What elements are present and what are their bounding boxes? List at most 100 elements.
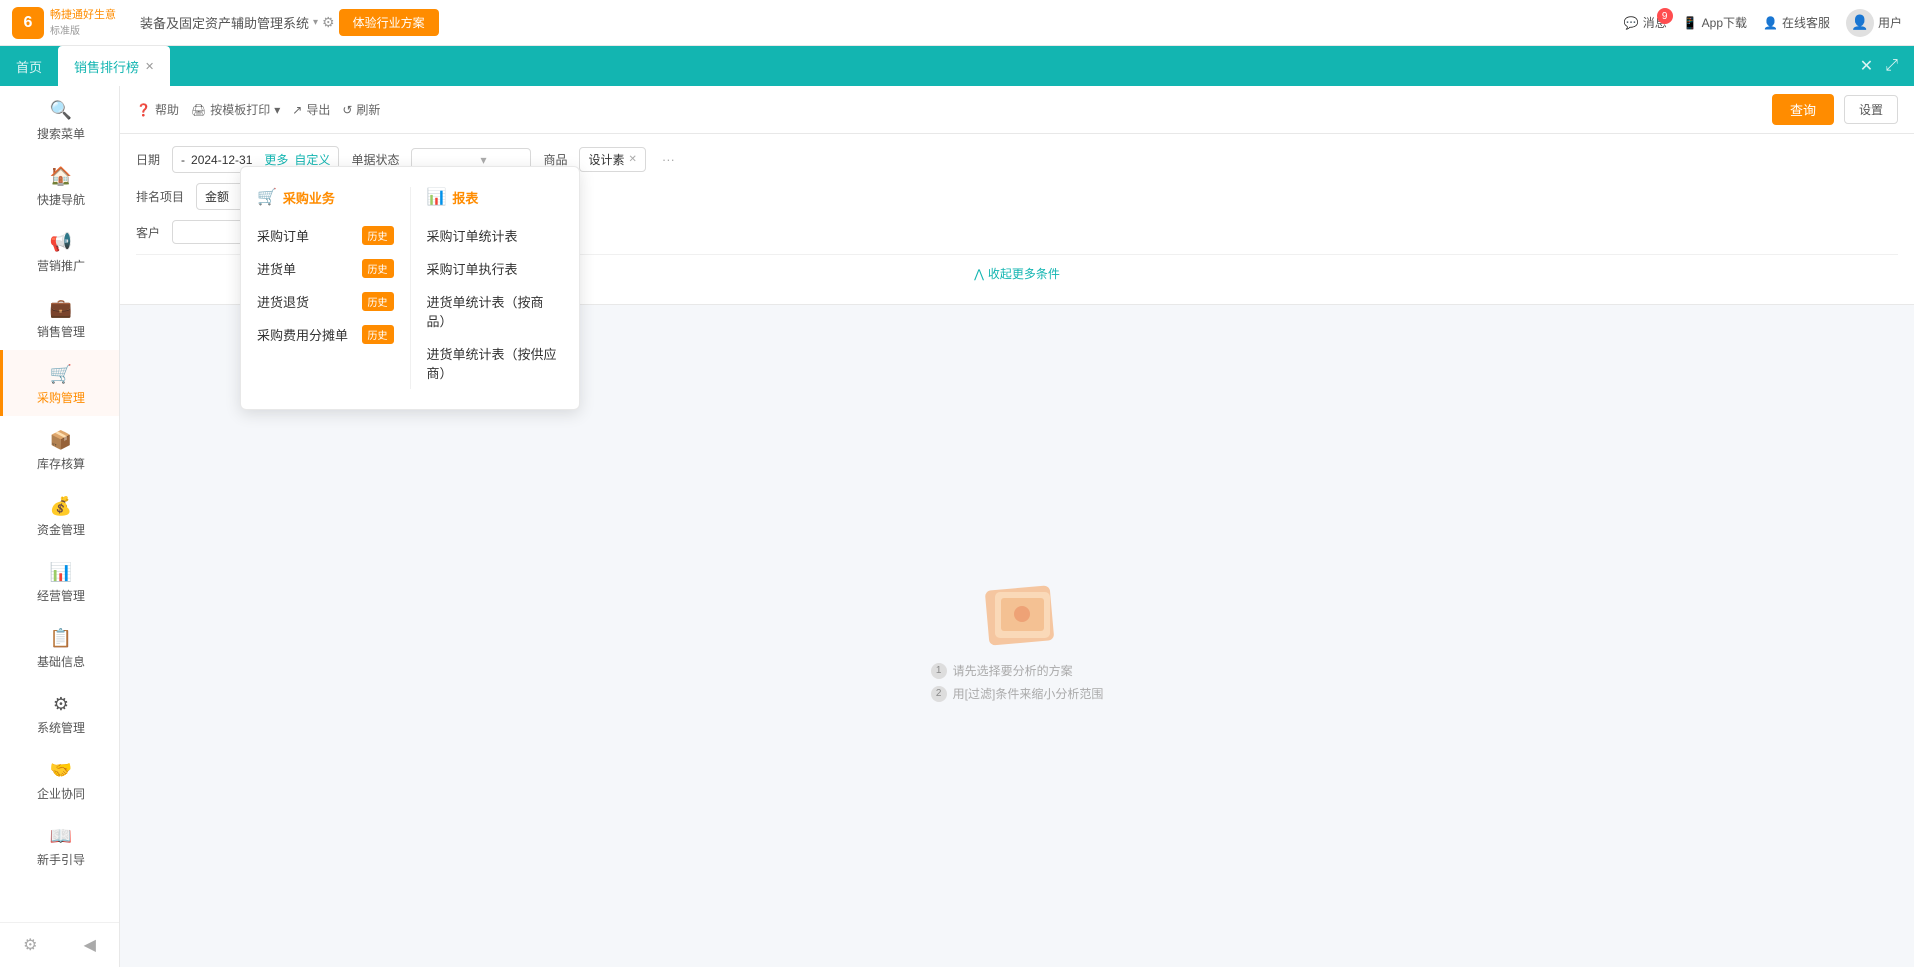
topbar: 6 畅捷通好生意 标准版 装备及固定资产辅助管理系统 ▾ ⚙ 体验行业方案 💬 … (0, 0, 1914, 46)
collapse-btn[interactable]: ⋀ 收起更多条件 (974, 259, 1060, 288)
tab-close-icon[interactable]: ✕ (145, 60, 154, 73)
goods-tag: 设计素 ✕ (579, 147, 645, 172)
sidebar-item-operations[interactable]: 📊 经营管理 (0, 548, 119, 614)
empty-hint-2: 2 用[过滤]条件来缩小分析范围 (931, 685, 1104, 702)
help-btn[interactable]: ❓ 帮助 (136, 101, 179, 118)
report-menu-icon: 📊 (427, 187, 447, 207)
service-icon: 👤 (1763, 16, 1778, 30)
sidebar-item-inventory[interactable]: 📦 库存核算 (0, 416, 119, 482)
dropdown-goods-stats-by-supplier[interactable]: 进货单统计表（按供应商） (427, 337, 564, 389)
funds-icon: 💰 (50, 496, 72, 517)
empty-illustration (967, 570, 1067, 650)
sidebar: 🔍 搜索菜单 🏠 快捷导航 📢 营销推广 💼 销售管理 🛒 采购管理 📦 库存核… (0, 86, 120, 967)
sidebar-item-search[interactable]: 🔍 搜索菜单 (0, 86, 119, 152)
dropdown-purchase-order-stats[interactable]: 采购订单统计表 (427, 219, 564, 252)
collapse-sidebar-icon[interactable]: ◀ (84, 935, 96, 955)
message-btn[interactable]: 💬 消息 9 (1624, 14, 1667, 31)
logo-icon: 6 (12, 7, 44, 39)
dropdown-left-col: 🛒 采购业务 采购订单 历史 进货单 历史 进货退货 历史 (241, 179, 410, 397)
action-bar-right: 查询 设置 (1772, 94, 1898, 125)
customer-label: 客户 (136, 224, 160, 241)
refresh-btn[interactable]: ↺ 刷新 (342, 101, 380, 118)
help-icon: ❓ (136, 103, 151, 117)
date-label: 日期 (136, 151, 160, 168)
sidebar-item-collab[interactable]: 🤝 企业协同 (0, 746, 119, 812)
purchase-menu-icon: 🛒 (257, 187, 277, 207)
tab-sales-ranking[interactable]: 销售排行榜 ✕ (58, 46, 170, 86)
history-badge-1[interactable]: 历史 (362, 259, 394, 278)
empty-svg (967, 570, 1077, 660)
tab-close-all-icon[interactable]: ✕ (1860, 56, 1873, 76)
export-icon: ↗ (292, 103, 302, 117)
status-dropdown-icon: ▾ (480, 153, 486, 167)
empty-hints: 1 请先选择要分析的方案 2 用[过滤]条件来缩小分析范围 (931, 662, 1104, 702)
print-icon: 🖨 (191, 103, 206, 117)
query-btn[interactable]: 查询 (1772, 94, 1834, 125)
dropdown-purchase-expense[interactable]: 采购费用分摊单 历史 (257, 318, 394, 351)
inventory-icon: 📦 (50, 430, 72, 451)
goods-more-dots[interactable]: ··· (662, 152, 675, 167)
guide-icon: 📖 (50, 826, 72, 847)
export-btn[interactable]: ↗ 导出 (292, 101, 330, 118)
sidebar-item-system[interactable]: ⚙ 系统管理 (0, 680, 119, 746)
rank-label: 排名项目 (136, 188, 184, 205)
topbar-right: 💬 消息 9 📱 App下载 👤 在线客服 👤 用户 (1624, 9, 1902, 37)
dropdown-goods-stats-by-goods[interactable]: 进货单统计表（按商品） (427, 285, 564, 337)
content-area: ❓ 帮助 🖨 按模板打印 ▾ ↗ 导出 ↺ 刷新 查询 设置 (120, 86, 1914, 967)
sidebar-item-funds[interactable]: 💰 资金管理 (0, 482, 119, 548)
avatar: 👤 (1846, 9, 1874, 37)
tab-actions: ✕ ⤢ (1860, 56, 1914, 76)
sidebar-item-basic[interactable]: 📋 基础信息 (0, 614, 119, 680)
goods-tag-close[interactable]: ✕ (628, 154, 636, 165)
tab-home[interactable]: 首页 (0, 46, 58, 86)
app-download-btn[interactable]: 📱 App下载 (1683, 14, 1747, 31)
history-badge-3[interactable]: 历史 (362, 325, 394, 344)
collab-icon: 🤝 (50, 760, 72, 781)
dropdown-right-col: 📊 报表 采购订单统计表 采购订单执行表 进货单统计表（按商品） 进货单统计表（… (411, 179, 580, 397)
system-gear-icon[interactable]: ⚙ (322, 14, 335, 31)
date-value: - (181, 153, 185, 167)
message-icon: 💬 (1624, 16, 1639, 30)
system-dropdown-arrow[interactable]: ▾ (313, 17, 318, 28)
logo-text: 畅捷通好生意 (50, 8, 116, 22)
message-badge: 9 (1657, 8, 1673, 24)
dropdown-right-title: 📊 报表 (427, 187, 564, 207)
history-badge-2[interactable]: 历史 (362, 292, 394, 311)
sidebar-item-marketing[interactable]: 📢 营销推广 (0, 218, 119, 284)
tab-expand-icon[interactable]: ⤢ (1885, 57, 1898, 75)
date-end: 2024-12-31 (191, 153, 252, 167)
print-dropdown-icon[interactable]: ▾ (274, 103, 280, 117)
dropdown-goods-receipt[interactable]: 进货单 历史 (257, 252, 394, 285)
tabbar: 首页 销售排行榜 ✕ ✕ ⤢ (0, 46, 1914, 86)
sidebar-item-purchase[interactable]: 🛒 采购管理 (0, 350, 119, 416)
collapse-icon: ⋀ (974, 267, 984, 281)
action-bar: ❓ 帮助 🖨 按模板打印 ▾ ↗ 导出 ↺ 刷新 查询 设置 (120, 86, 1914, 134)
system-icon: ⚙ (53, 694, 69, 715)
refresh-icon: ↺ (342, 103, 352, 117)
settings-btn[interactable]: 设置 (1844, 95, 1898, 124)
service-btn[interactable]: 👤 在线客服 (1763, 14, 1830, 31)
sidebar-item-quick[interactable]: 🏠 快捷导航 (0, 152, 119, 218)
dropdown-goods-return[interactable]: 进货退货 历史 (257, 285, 394, 318)
sidebar-item-guide[interactable]: 📖 新手引导 (0, 812, 119, 878)
dropdown-cols: 🛒 采购业务 采购订单 历史 进货单 历史 进货退货 历史 (241, 179, 579, 397)
phone-icon: 📱 (1683, 16, 1698, 30)
main-layout: 🔍 搜索菜单 🏠 快捷导航 📢 营销推广 💼 销售管理 🛒 采购管理 📦 库存核… (0, 86, 1914, 967)
empty-hint-1: 1 请先选择要分析的方案 (931, 662, 1104, 679)
sidebar-item-sales[interactable]: 💼 销售管理 (0, 284, 119, 350)
logo-sub: 标准版 (50, 22, 116, 37)
print-btn[interactable]: 🖨 按模板打印 ▾ (191, 101, 280, 118)
search-icon: 🔍 (50, 100, 72, 121)
user-btn[interactable]: 👤 用户 (1846, 9, 1902, 37)
industry-btn[interactable]: 体验行业方案 (339, 9, 439, 36)
dropdown-purchase-order[interactable]: 采购订单 历史 (257, 219, 394, 252)
sidebar-bottom: ⚙ ◀ (0, 922, 119, 967)
marketing-icon: 📢 (50, 232, 72, 253)
dropdown-purchase-order-exec[interactable]: 采购订单执行表 (427, 252, 564, 285)
operations-icon: 📊 (50, 562, 72, 583)
purchase-icon: 🛒 (50, 364, 72, 385)
history-badge-0[interactable]: 历史 (362, 226, 394, 245)
home-icon: 🏠 (50, 166, 72, 187)
settings-bottom-icon[interactable]: ⚙ (23, 935, 37, 955)
purchase-dropdown-menu: 🛒 采购业务 采购订单 历史 进货单 历史 进货退货 历史 (240, 166, 580, 410)
